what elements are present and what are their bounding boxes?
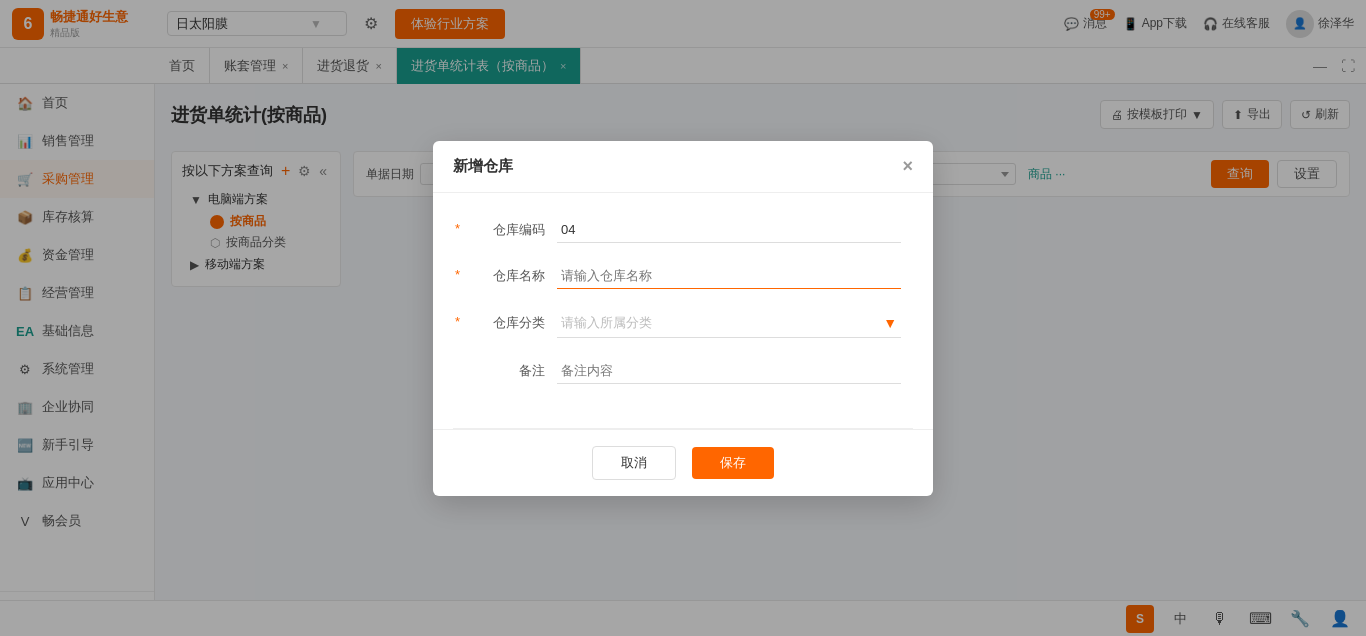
modal-body: 仓库编码 仓库名称 仓库分类 请输入所属分类 ▼ 备注 (433, 193, 933, 428)
form-label-remark: 备注 (465, 362, 545, 380)
form-row-code: 仓库编码 (465, 217, 901, 243)
warehouse-code-input[interactable] (557, 217, 901, 243)
select-arrow-icon: ▼ (883, 315, 897, 331)
warehouse-name-input[interactable] (557, 263, 901, 289)
modal-header: 新增仓库 × (433, 141, 933, 193)
modal-new-warehouse: 新增仓库 × 仓库编码 仓库名称 仓库分类 请输入所属分类 ▼ (433, 141, 933, 496)
form-row-category: 仓库分类 请输入所属分类 ▼ (465, 309, 901, 338)
form-label-name: 仓库名称 (465, 267, 545, 285)
form-label-category: 仓库分类 (465, 314, 545, 332)
warehouse-remark-input[interactable] (557, 358, 901, 384)
warehouse-category-select[interactable]: 请输入所属分类 ▼ (557, 309, 901, 338)
form-label-code: 仓库编码 (465, 221, 545, 239)
modal-title: 新增仓库 (453, 157, 513, 176)
modal-close-btn[interactable]: × (902, 157, 913, 175)
save-button[interactable]: 保存 (692, 447, 774, 479)
modal-overlay: 新增仓库 × 仓库编码 仓库名称 仓库分类 请输入所属分类 ▼ (0, 0, 1366, 636)
form-row-remark: 备注 (465, 358, 901, 384)
form-row-name: 仓库名称 (465, 263, 901, 289)
cancel-button[interactable]: 取消 (592, 446, 676, 480)
modal-footer: 取消 保存 (433, 429, 933, 496)
